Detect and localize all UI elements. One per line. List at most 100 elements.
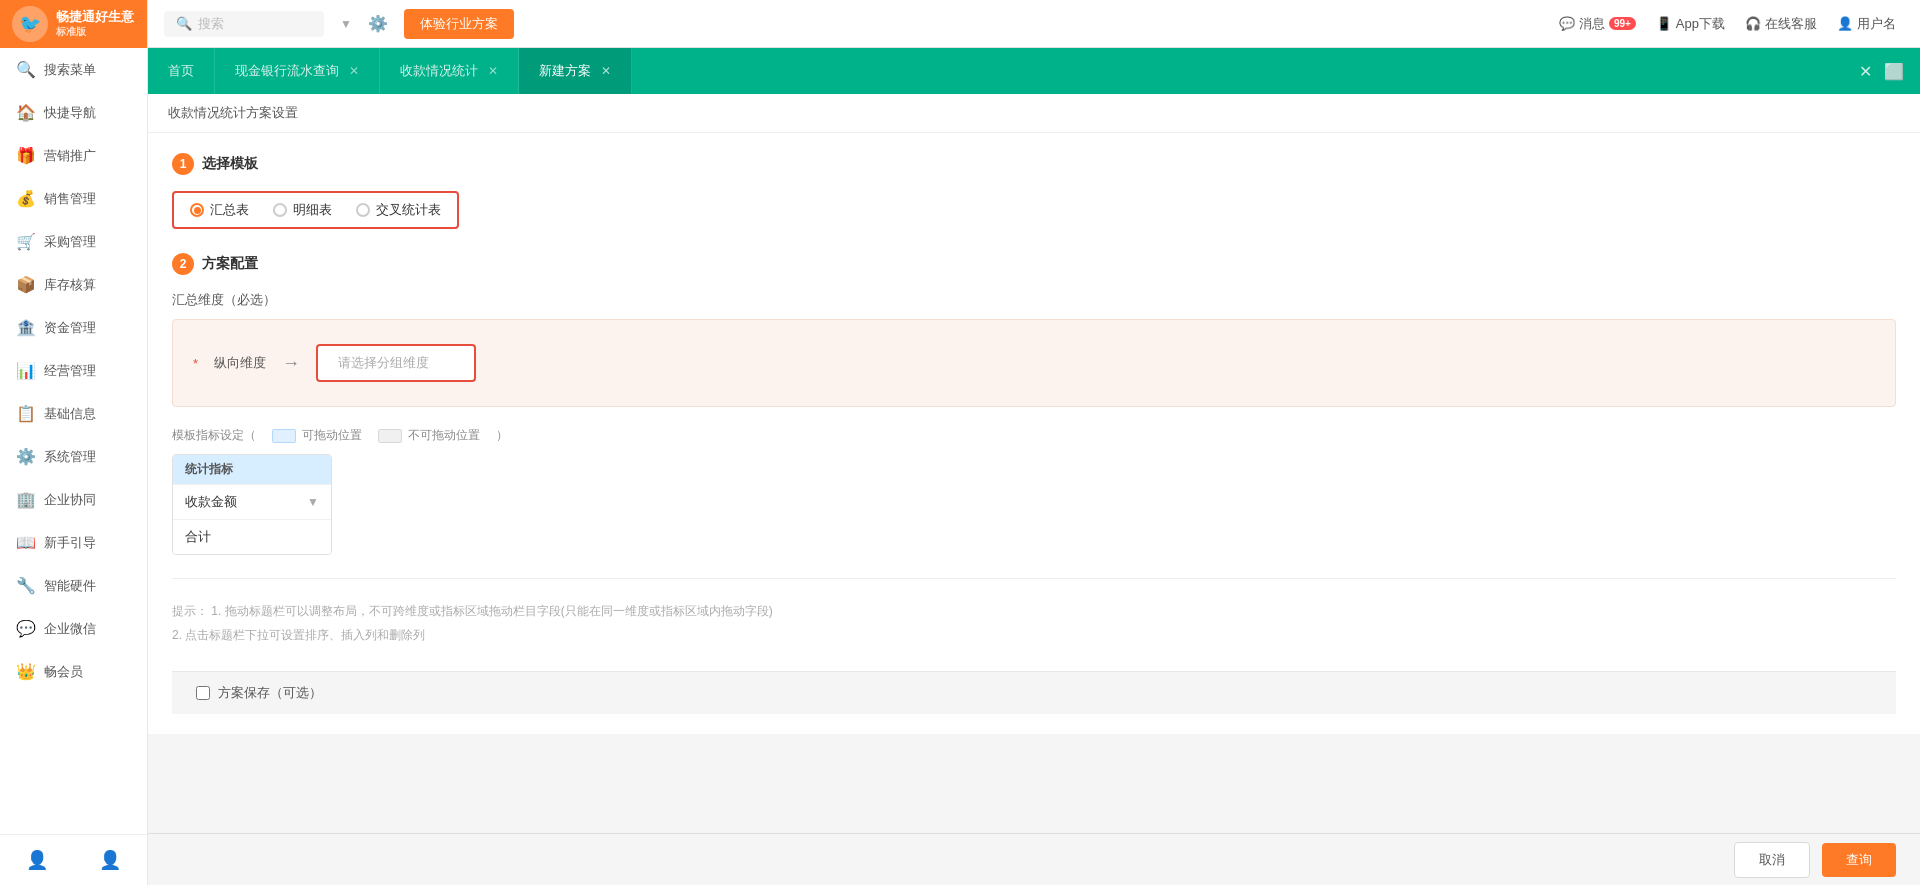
legend-fixed: 不可拖动位置 — [378, 427, 480, 444]
sidebar-item-marketing[interactable]: 🎁 营销推广 — [0, 134, 147, 177]
sidebar-item-member[interactable]: 👑 畅会员 — [0, 650, 147, 693]
sidebar-item-hardware[interactable]: 🔧 智能硬件 — [0, 564, 147, 607]
user-profile[interactable]: 👤 用户名 — [1829, 15, 1904, 33]
arrow-icon: → — [282, 353, 300, 374]
sidebar-item-finance[interactable]: 🏦 资金管理 — [0, 306, 147, 349]
tab-cashflow-label: 现金银行流水查询 — [235, 62, 339, 80]
chevron-down-icon[interactable]: ▼ — [307, 495, 319, 509]
radio-cross-label: 交叉统计表 — [376, 201, 441, 219]
save-checkbox[interactable] — [196, 686, 210, 700]
user-name: 用户名 — [1857, 15, 1896, 33]
sidebar-item-label: 企业微信 — [44, 620, 96, 638]
basic-info-icon: 📋 — [16, 404, 36, 423]
tab-receipts[interactable]: 收款情况统计 ✕ — [380, 48, 519, 94]
legend-fixed-label: 不可拖动位置 — [408, 427, 480, 444]
system-icon: ⚙️ — [16, 447, 36, 466]
sidebar-item-inventory[interactable]: 📦 库存核算 — [0, 263, 147, 306]
purchase-icon: 🛒 — [16, 232, 36, 251]
indicator-table: 统计指标 收款金额 ▼ 合计 — [172, 454, 332, 555]
search-placeholder: 搜索 — [198, 15, 224, 33]
tip-line2: 2. 点击标题栏下拉可设置排序、插入列和删除列 — [172, 623, 1896, 647]
user-icon-1: 👤 — [26, 849, 48, 871]
user-icon-2: 👤 — [99, 849, 121, 871]
tab-new-plan[interactable]: 新建方案 ✕ — [519, 48, 632, 94]
radio-cross[interactable]: 交叉统计表 — [356, 201, 441, 219]
sidebar-item-label: 新手引导 — [44, 534, 96, 552]
service-btn[interactable]: 🎧 在线客服 — [1737, 15, 1825, 33]
topbar-actions: 💬 消息 99+ 📱 App下载 🎧 在线客服 👤 用户名 — [1551, 15, 1904, 33]
sidebar-item-label: 快捷导航 — [44, 104, 96, 122]
sidebar-item-operations[interactable]: 📊 经营管理 — [0, 349, 147, 392]
topbar: 🔍 搜索 ▼ ⚙️ 体验行业方案 💬 消息 99+ 📱 App下载 🎧 在线客服… — [148, 0, 1920, 48]
close-window-icon[interactable]: ✕ — [1859, 62, 1872, 81]
sidebar-item-label: 采购管理 — [44, 233, 96, 251]
download-icon: 📱 — [1656, 16, 1672, 31]
sidebar-item-label: 畅会员 — [44, 663, 83, 681]
sidebar-item-label: 经营管理 — [44, 362, 96, 380]
trial-btn[interactable]: 体验行业方案 — [404, 9, 514, 39]
quick-nav-icon: 🏠 — [16, 103, 36, 122]
message-badge: 99+ — [1609, 17, 1636, 30]
save-label[interactable]: 方案保存（可选） — [218, 684, 322, 702]
radio-detail[interactable]: 明细表 — [273, 201, 332, 219]
breadcrumb: 收款情况统计方案设置 — [148, 94, 1920, 133]
sidebar-item-label: 基础信息 — [44, 405, 96, 423]
maximize-icon[interactable]: ⬜ — [1884, 62, 1904, 81]
enterprise-icon: 🏢 — [16, 490, 36, 509]
stat-subtotal-row: 合计 — [173, 519, 331, 554]
dimension-selector[interactable]: 请选择分组维度 — [316, 344, 476, 382]
legend-fixed-box — [378, 429, 402, 443]
tab-window-actions: ✕ ⬜ — [1843, 48, 1920, 94]
stat-header: 统计指标 — [173, 455, 331, 484]
section1-label: 选择模板 — [202, 155, 258, 173]
inventory-icon: 📦 — [16, 275, 36, 294]
main-area: 🔍 搜索 ▼ ⚙️ 体验行业方案 💬 消息 99+ 📱 App下载 🎧 在线客服… — [148, 0, 1920, 885]
settings-icon[interactable]: ⚙️ — [368, 14, 388, 33]
stat-item-row[interactable]: 收款金额 ▼ — [173, 484, 331, 519]
sidebar-item-label: 搜索菜单 — [44, 61, 96, 79]
search-bar[interactable]: 🔍 搜索 — [164, 11, 324, 37]
dimension-row: * 纵向维度 → 请选择分组维度 — [193, 344, 1875, 382]
stat-header-label: 统计指标 — [185, 462, 233, 476]
tab-new-plan-close[interactable]: ✕ — [601, 64, 611, 78]
download-label: App下载 — [1676, 15, 1725, 33]
sidebar-item-system[interactable]: ⚙️ 系统管理 — [0, 435, 147, 478]
search-menu-icon: 🔍 — [16, 60, 36, 79]
sidebar-item-sales[interactable]: 💰 销售管理 — [0, 177, 147, 220]
sidebar-item-wechat[interactable]: 💬 企业微信 — [0, 607, 147, 650]
dimension-title: 汇总维度（必选） — [172, 291, 1896, 309]
sidebar-item-search-menu[interactable]: 🔍 搜索菜单 — [0, 48, 147, 91]
user-btn-1[interactable]: 👤 — [20, 843, 54, 877]
legend-draggable-label: 可拖动位置 — [302, 427, 362, 444]
legend-draggable: 可拖动位置 — [272, 427, 362, 444]
user-btn-2[interactable]: 👤 — [93, 843, 127, 877]
radio-summary[interactable]: 汇总表 — [190, 201, 249, 219]
sidebar: 🐦 畅捷通好生意 标准版 🔍 搜索菜单 🏠 快捷导航 🎁 营销推广 💰 销售管理… — [0, 0, 148, 885]
radio-detail-label: 明细表 — [293, 201, 332, 219]
sidebar-item-basic-info[interactable]: 📋 基础信息 — [0, 392, 147, 435]
user-avatar: 👤 — [1837, 16, 1853, 31]
tip-line1: 提示： 1. 拖动标题栏可以调整布局，不可跨维度或指标区域拖动栏目字段(只能在同… — [172, 599, 1896, 623]
section-config: 2 方案配置 汇总维度（必选） * 纵向维度 → 请选择分组维度 — [172, 253, 1896, 647]
tab-cashflow-close[interactable]: ✕ — [349, 64, 359, 78]
service-icon: 🎧 — [1745, 16, 1761, 31]
sidebar-item-enterprise[interactable]: 🏢 企业协同 — [0, 478, 147, 521]
sidebar-item-label: 营销推广 — [44, 147, 96, 165]
download-btn[interactable]: 📱 App下载 — [1648, 15, 1733, 33]
sidebar-item-guide[interactable]: 📖 新手引导 — [0, 521, 147, 564]
tab-receipts-close[interactable]: ✕ — [488, 64, 498, 78]
tab-cashflow[interactable]: 现金银行流水查询 ✕ — [215, 48, 380, 94]
guide-icon: 📖 — [16, 533, 36, 552]
sidebar-item-purchase[interactable]: 🛒 采购管理 — [0, 220, 147, 263]
tabs-bar: 首页 现金银行流水查询 ✕ 收款情况统计 ✕ 新建方案 ✕ ✕ ⬜ — [148, 48, 1920, 94]
query-button[interactable]: 查询 — [1822, 843, 1896, 877]
section2-num: 2 — [172, 253, 194, 275]
cancel-button[interactable]: 取消 — [1734, 842, 1810, 878]
sidebar-item-quick-nav[interactable]: 🏠 快捷导航 — [0, 91, 147, 134]
sales-icon: 💰 — [16, 189, 36, 208]
tab-home[interactable]: 首页 — [148, 48, 215, 94]
wechat-icon: 💬 — [16, 619, 36, 638]
message-btn[interactable]: 💬 消息 99+ — [1551, 15, 1644, 33]
tips-area: 提示： 1. 拖动标题栏可以调整布局，不可跨维度或指标区域拖动栏目字段(只能在同… — [172, 599, 1896, 647]
indicator-legend: 模板指标设定（ 可拖动位置 不可拖动位置 ） — [172, 427, 1896, 444]
